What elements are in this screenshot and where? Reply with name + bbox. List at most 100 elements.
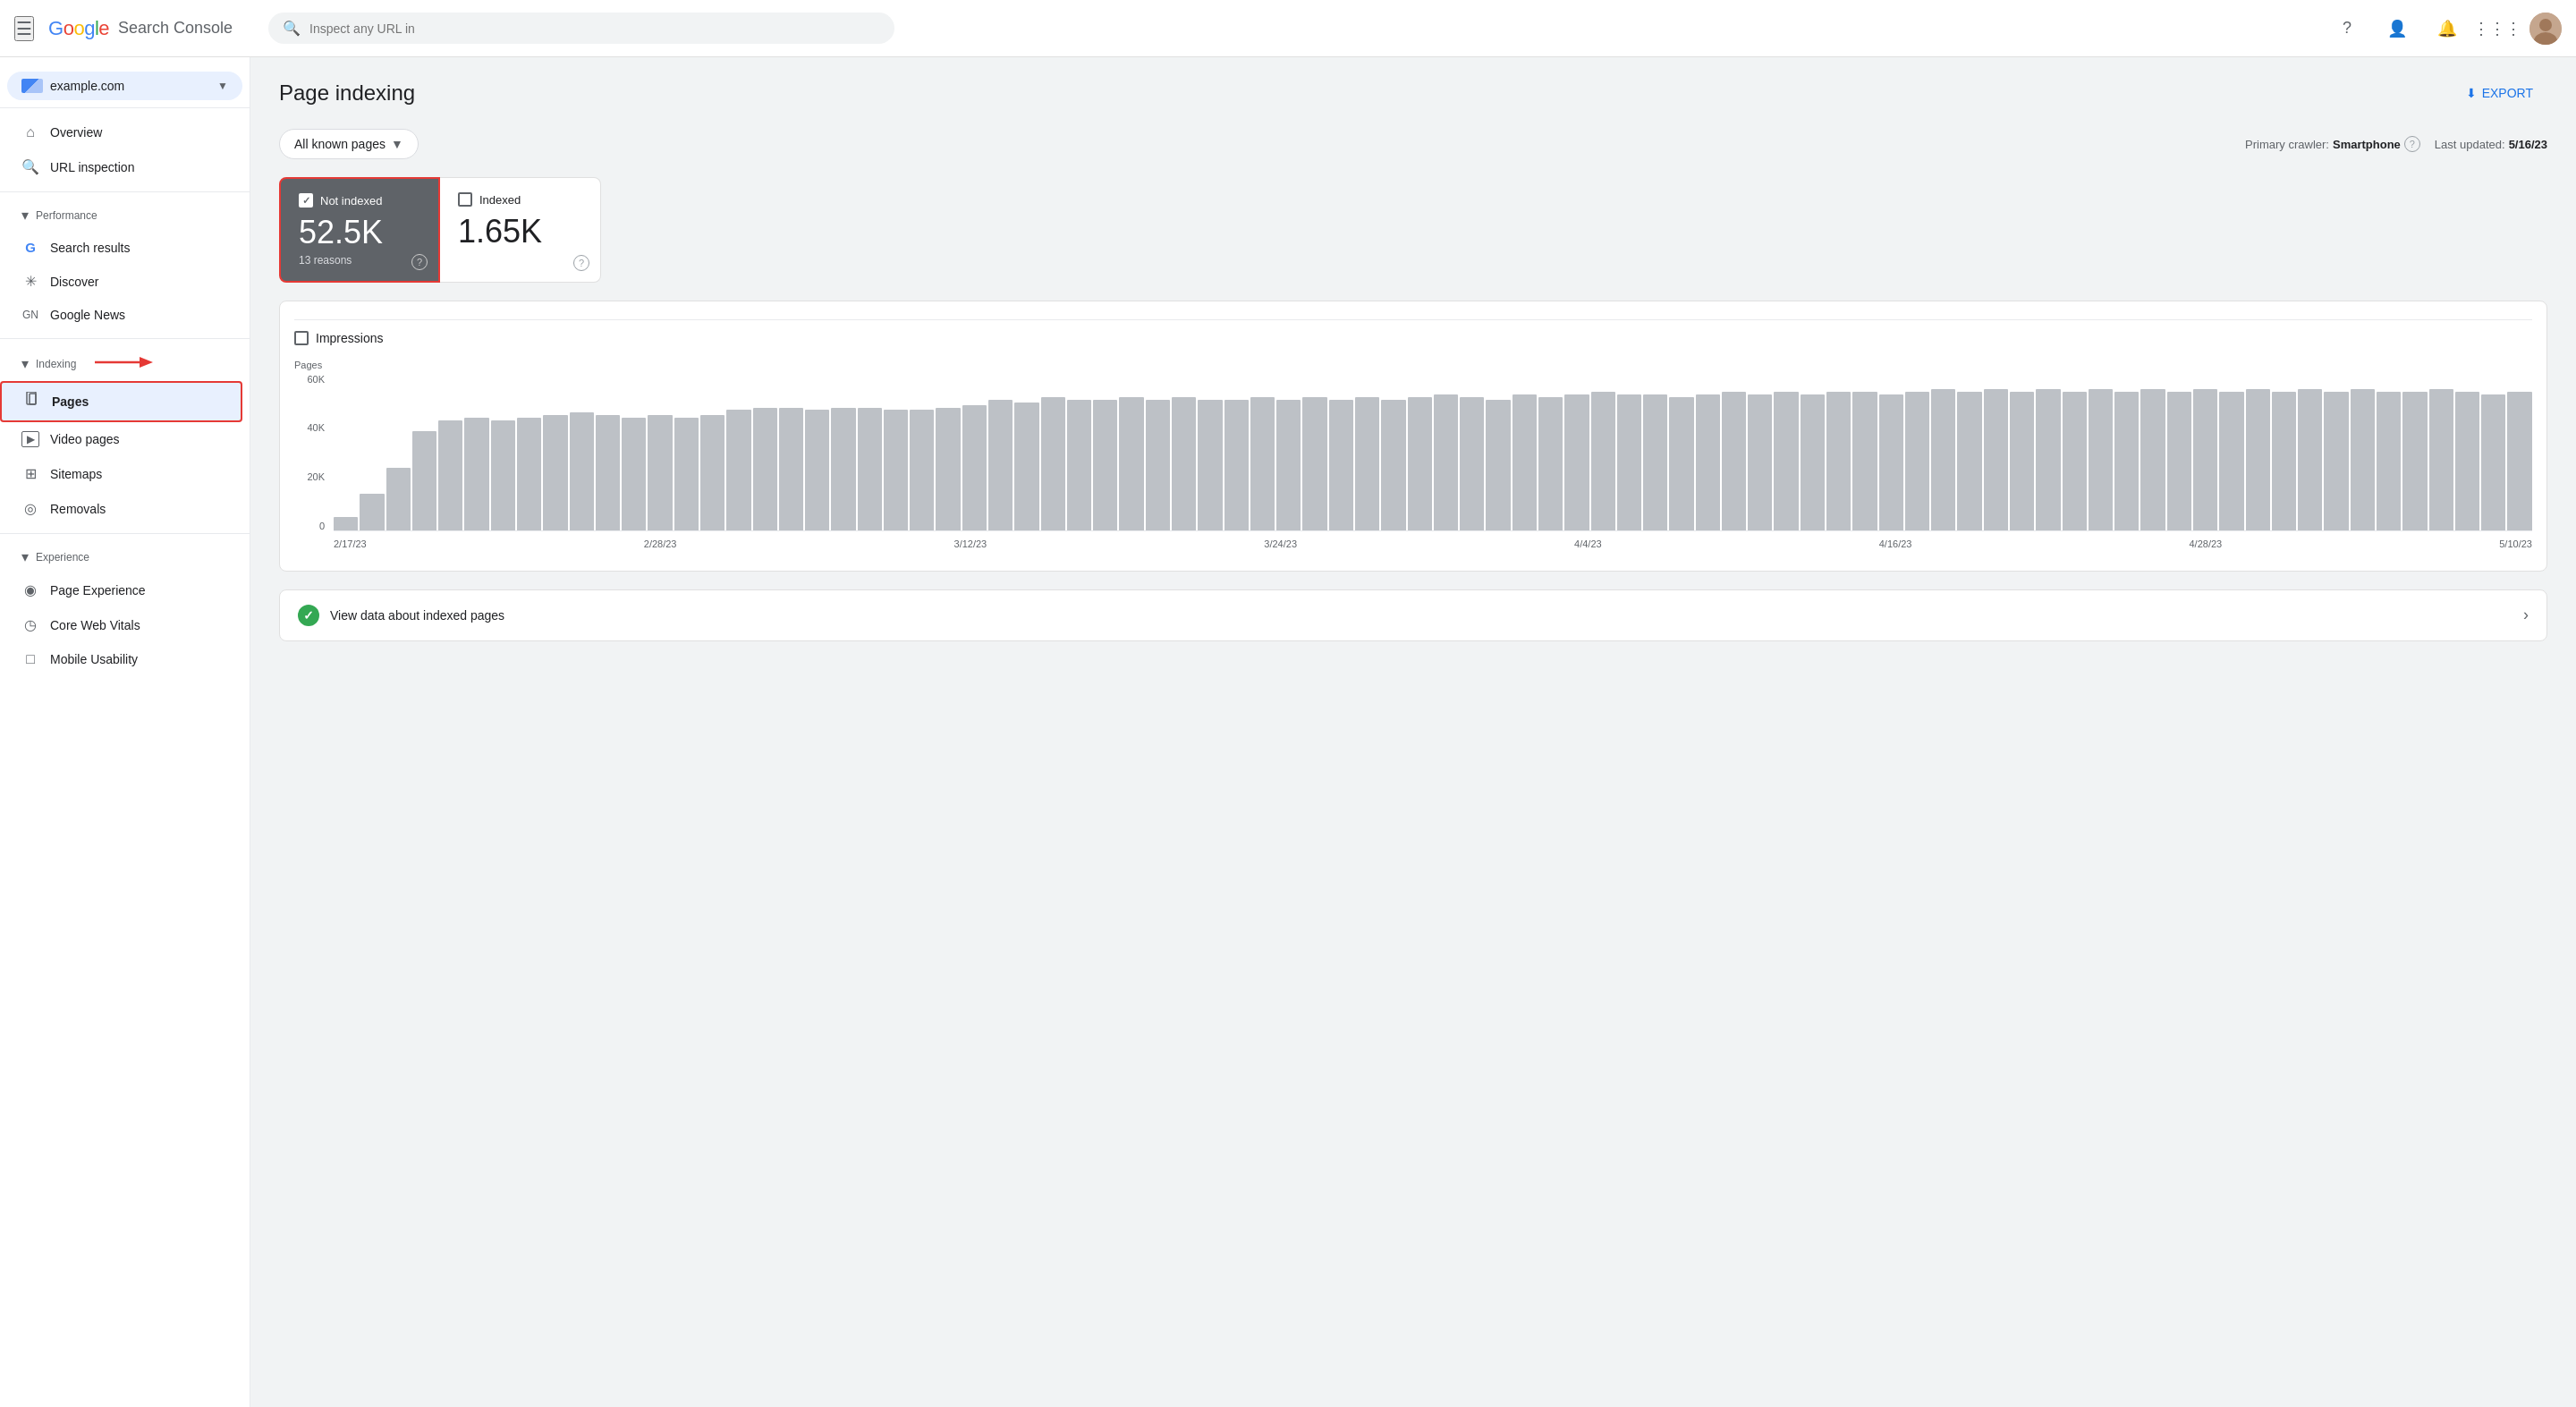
sidebar-item-discover[interactable]: ✳ Discover bbox=[0, 264, 242, 299]
chart-bar bbox=[2351, 389, 2375, 530]
property-selector[interactable]: example.com ▼ bbox=[7, 72, 242, 100]
chart-bar bbox=[1931, 389, 1955, 530]
indexed-card[interactable]: Indexed 1.65K ? bbox=[440, 177, 601, 283]
performance-section-label: Performance bbox=[36, 209, 97, 222]
chart-bar bbox=[2455, 392, 2479, 530]
sidebar-item-sitemaps[interactable]: ⊞ Sitemaps bbox=[0, 456, 242, 491]
chart-bar bbox=[2377, 392, 2401, 530]
not-indexed-checkbox[interactable] bbox=[299, 193, 313, 208]
primary-crawler-prefix: Primary crawler: bbox=[2245, 138, 2329, 151]
sidebar-item-label: Search results bbox=[50, 241, 130, 255]
not-indexed-label: Not indexed bbox=[320, 194, 382, 208]
chart-bar bbox=[1408, 397, 1432, 530]
indexing-section-header[interactable]: ▾ Indexing bbox=[0, 346, 250, 381]
indexed-value: 1.65K bbox=[458, 214, 582, 250]
chart-bar bbox=[1564, 394, 1589, 530]
chart-bar bbox=[334, 517, 358, 530]
manage-users-button[interactable]: 👤 bbox=[2379, 11, 2415, 47]
indexed-pages-link[interactable]: View data about indexed pages › bbox=[279, 589, 2547, 641]
sidebar-item-overview[interactable]: ⌂ Overview bbox=[0, 115, 242, 149]
chart-bars bbox=[334, 374, 2532, 531]
primary-crawler-value: Smartphone bbox=[2333, 138, 2401, 151]
not-indexed-sub: 13 reasons bbox=[299, 254, 420, 267]
stat-header: Not indexed bbox=[299, 193, 420, 208]
chart-container: Impressions Pages 60K 40K 20K 0 2/17/23 … bbox=[279, 301, 2547, 572]
chart-bar bbox=[1852, 392, 1877, 530]
chart-bar bbox=[2063, 392, 2087, 530]
sidebar-item-removals[interactable]: ◎ Removals bbox=[0, 491, 242, 526]
x-tick: 3/12/23 bbox=[954, 538, 987, 549]
logo-o2: o bbox=[73, 17, 84, 39]
chart-bar bbox=[412, 431, 436, 530]
sidebar-item-google-news[interactable]: GN Google News bbox=[0, 299, 242, 331]
main-content: Page indexing ⬇ EXPORT All known pages ▼… bbox=[250, 57, 2576, 1407]
pages-filter-dropdown[interactable]: All known pages ▼ bbox=[279, 129, 419, 159]
help-icon[interactable]: ? bbox=[411, 254, 428, 270]
avatar[interactable] bbox=[2529, 13, 2562, 45]
google-news-icon: GN bbox=[21, 309, 39, 321]
logo-o1: o bbox=[64, 17, 74, 39]
search-input[interactable] bbox=[309, 21, 880, 36]
chart-bar bbox=[2246, 389, 2270, 530]
help-icon[interactable]: ? bbox=[2404, 136, 2420, 152]
sidebar-item-video-pages[interactable]: ▶ Video pages bbox=[0, 422, 242, 456]
sidebar-item-search-results[interactable]: G Search results bbox=[0, 231, 242, 264]
performance-section-header[interactable]: ▾ Performance bbox=[0, 199, 250, 231]
x-tick: 4/4/23 bbox=[1574, 538, 1602, 549]
help-button[interactable]: ? bbox=[2329, 11, 2365, 47]
chart-bar bbox=[726, 410, 750, 530]
export-button[interactable]: ⬇ EXPORT bbox=[2452, 79, 2547, 107]
sidebar-item-pages[interactable]: Pages bbox=[0, 381, 242, 422]
chart-bar bbox=[2481, 394, 2505, 530]
search-bar[interactable]: 🔍 bbox=[268, 13, 894, 44]
property-name: example.com bbox=[50, 79, 210, 93]
chart-x-axis: 2/17/23 2/28/23 3/12/23 3/24/23 4/4/23 4… bbox=[334, 535, 2532, 553]
chart-bar bbox=[1381, 400, 1405, 530]
chart-bar bbox=[2193, 389, 2217, 530]
chart-y-axis: 60K 40K 20K 0 bbox=[294, 374, 330, 531]
divider bbox=[0, 107, 250, 108]
chart-bar bbox=[1250, 397, 1275, 530]
apps-button[interactable]: ⋮⋮⋮ bbox=[2479, 11, 2515, 47]
chart-bar bbox=[2272, 392, 2296, 530]
chart-bar bbox=[596, 415, 620, 530]
sidebar-item-core-web-vitals[interactable]: ◷ Core Web Vitals bbox=[0, 607, 242, 642]
page-header: Page indexing ⬇ EXPORT bbox=[279, 79, 2547, 107]
chart-bar bbox=[2219, 392, 2243, 530]
sidebar-item-url-inspection[interactable]: 🔍 URL inspection bbox=[0, 149, 242, 184]
divider bbox=[0, 533, 250, 534]
stats-row: Not indexed 52.5K 13 reasons ? Indexed 1… bbox=[279, 177, 2547, 283]
chart-bar bbox=[386, 468, 411, 530]
chart-bar bbox=[1774, 392, 1798, 530]
removals-icon: ◎ bbox=[21, 500, 39, 517]
help-icon[interactable]: ? bbox=[573, 255, 589, 271]
sidebar-item-page-experience[interactable]: ◉ Page Experience bbox=[0, 572, 242, 607]
menu-icon[interactable]: ☰ bbox=[14, 16, 34, 41]
chart-bar bbox=[1513, 394, 1537, 530]
chart-bar bbox=[1984, 389, 2008, 530]
chart-bar bbox=[1905, 392, 1929, 530]
stat-header: Indexed bbox=[458, 192, 582, 207]
chart-bar bbox=[2114, 392, 2139, 530]
chart-bar bbox=[2089, 389, 2113, 530]
experience-section-header[interactable]: ▾ Experience bbox=[0, 541, 250, 572]
chart-bar bbox=[2429, 389, 2453, 530]
not-indexed-card[interactable]: Not indexed 52.5K 13 reasons ? bbox=[279, 177, 440, 283]
indexed-checkbox[interactable] bbox=[458, 192, 472, 207]
chart-bar bbox=[360, 494, 384, 530]
chart-bar bbox=[805, 410, 829, 530]
sidebar-item-label: URL inspection bbox=[50, 160, 134, 174]
impressions-checkbox[interactable] bbox=[294, 331, 309, 345]
chart-bar bbox=[1748, 394, 1772, 530]
chart-bar bbox=[1460, 397, 1484, 530]
sidebar-item-label: Removals bbox=[50, 502, 106, 516]
x-tick: 2/17/23 bbox=[334, 538, 367, 549]
sidebar-item-mobile-usability[interactable]: □ Mobile Usability bbox=[0, 642, 242, 676]
notifications-button[interactable]: 🔔 bbox=[2429, 11, 2465, 47]
chart-bar bbox=[1276, 400, 1301, 530]
chart-bar bbox=[1486, 400, 1510, 530]
x-tick: 3/24/23 bbox=[1264, 538, 1297, 549]
sidebar-item-label: Core Web Vitals bbox=[50, 618, 140, 632]
chart-bar bbox=[648, 415, 672, 530]
sidebar: example.com ▼ ⌂ Overview 🔍 URL inspectio… bbox=[0, 57, 250, 1407]
